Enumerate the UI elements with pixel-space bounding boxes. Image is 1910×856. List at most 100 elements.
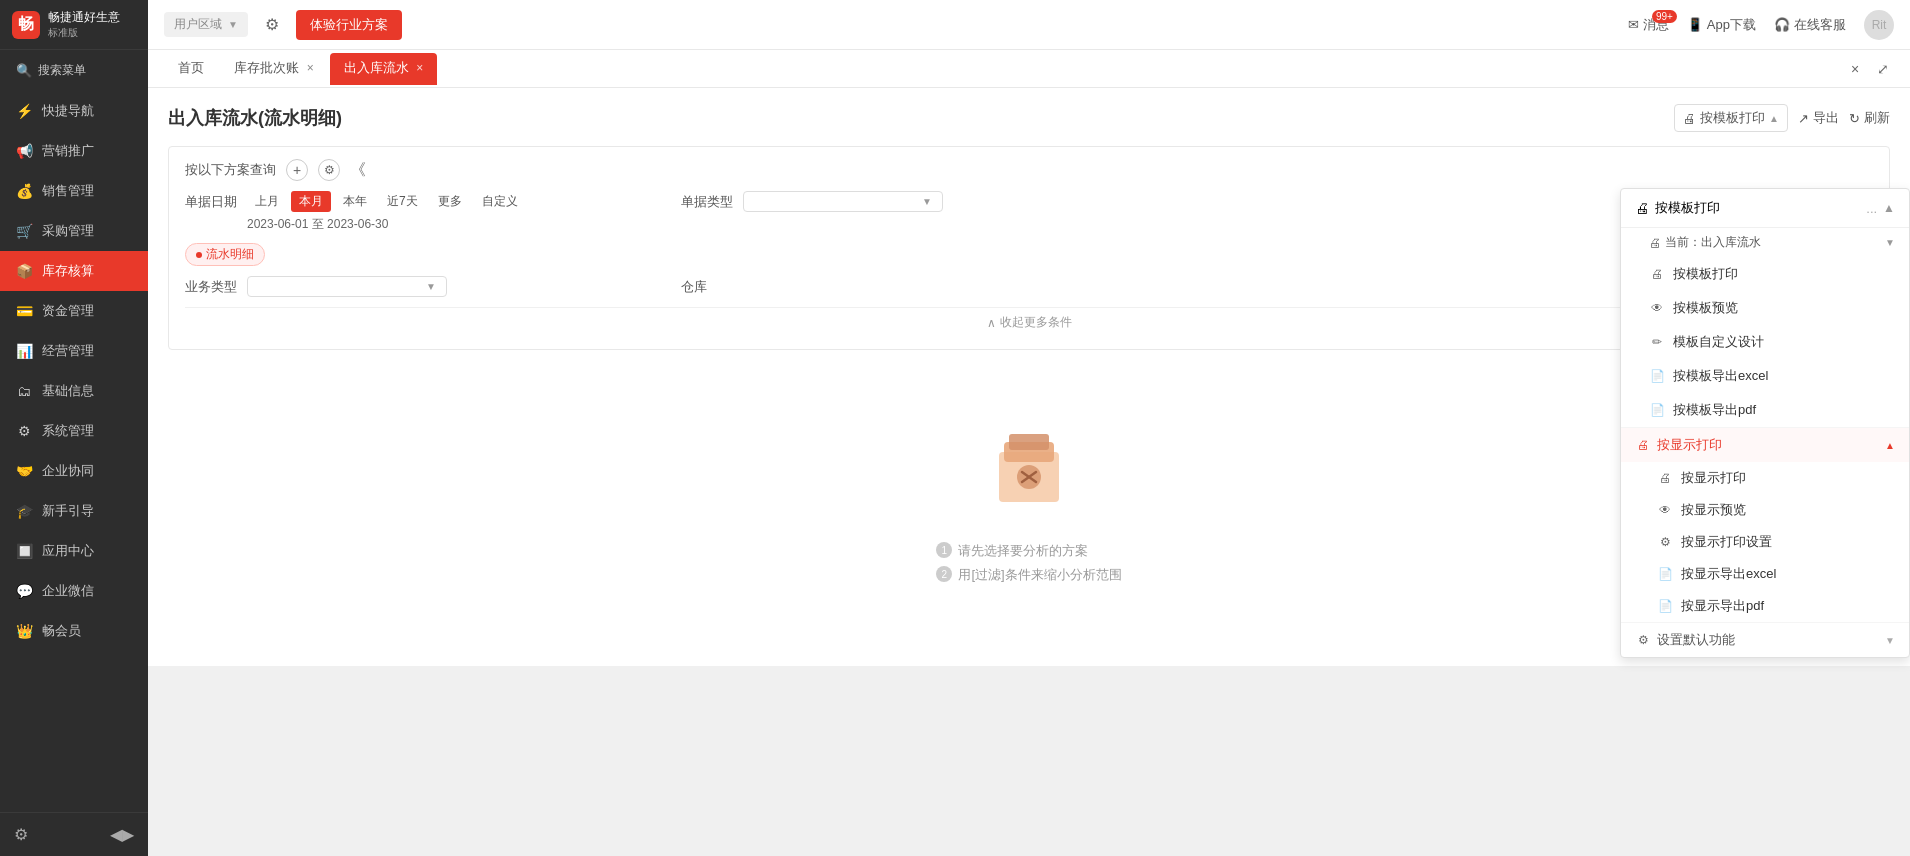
quick-nav-icon: ⚡ <box>14 101 34 121</box>
dropdown-sub-display-settings[interactable]: ⚙ 按显示打印设置 <box>1621 526 1909 558</box>
sidebar-item-system[interactable]: ⚙ 系统管理 <box>0 411 148 451</box>
display-print-section-header[interactable]: 🖨 按显示打印 ▲ <box>1621 428 1909 462</box>
sales-icon: 💰 <box>14 181 34 201</box>
message-badge: 99+ <box>1652 10 1677 23</box>
sidebar-item-app-center[interactable]: 🔲 应用中心 <box>0 531 148 571</box>
export-icon: ↗ <box>1798 111 1809 126</box>
sidebar-item-sales[interactable]: 💰 销售管理 <box>0 171 148 211</box>
sidebar-item-operations[interactable]: 📊 经营管理 <box>0 331 148 371</box>
topbar-settings-button[interactable]: ⚙ <box>258 11 286 39</box>
user-avatar[interactable]: Rit <box>1864 10 1894 40</box>
sidebar-label-guide: 新手引导 <box>42 502 94 520</box>
tab-inventory-batch-close[interactable]: × <box>307 61 314 75</box>
sidebar-label-system: 系统管理 <box>42 422 94 440</box>
tab-inventory-batch[interactable]: 库存批次账 × <box>220 53 328 85</box>
footer-collapse-icon[interactable]: ◀▶ <box>110 825 134 844</box>
dropdown-sub-display-print[interactable]: 🖨 按显示打印 <box>1621 462 1909 494</box>
footer-settings-icon[interactable]: ⚙ <box>14 825 28 844</box>
filter-add-button[interactable]: + <box>286 159 308 181</box>
system-icon: ⚙ <box>14 421 34 441</box>
dropdown-sub-display-excel[interactable]: 📄 按显示导出excel <box>1621 558 1909 590</box>
dropdown-item-template-print[interactable]: 🖨 按模板打印 <box>1621 257 1909 291</box>
dropdown-sub-display-preview[interactable]: 👁 按显示预览 <box>1621 494 1909 526</box>
filter-tag-flow[interactable]: 流水明细 <box>185 243 265 266</box>
display-print-section-label: 按显示打印 <box>1657 436 1722 454</box>
dropdown-more-btn[interactable]: ... <box>1866 201 1877 216</box>
template-excel-icon: 📄 <box>1649 368 1665 384</box>
dropdown-up-arrow[interactable]: ▲ <box>1883 201 1895 215</box>
filter-settings-button[interactable]: ⚙ <box>318 159 340 181</box>
wechat-icon: 💬 <box>14 581 34 601</box>
refresh-label: 刷新 <box>1864 109 1890 127</box>
sidebar-item-marketing[interactable]: 📢 营销推广 <box>0 131 148 171</box>
sidebar-label-basics: 基础信息 <box>42 382 94 400</box>
topbar-left: 用户区域 ▼ ⚙ 体验行业方案 <box>164 10 402 40</box>
collapse-icon: ∧ <box>987 316 996 330</box>
sidebar-item-wechat[interactable]: 💬 企业微信 <box>0 571 148 611</box>
tip-text-1: 请先选择要分析的方案 <box>958 542 1088 560</box>
type-select[interactable]: ▼ <box>743 191 943 212</box>
sidebar-item-enterprise[interactable]: 🤝 企业协同 <box>0 451 148 491</box>
sidebar-item-purchase[interactable]: 🛒 采购管理 <box>0 211 148 251</box>
sidebar-item-member[interactable]: 👑 畅会员 <box>0 611 148 651</box>
sidebar-item-quick-nav[interactable]: ⚡ 快捷导航 <box>0 91 148 131</box>
default-settings-label: 设置默认功能 <box>1657 631 1735 649</box>
tabs-list: 首页 库存批次账 × 出入库流水 × <box>164 53 437 85</box>
current-template-label: 🖨 当前：出入库流水 ▼ <box>1621 228 1909 257</box>
online-service-button[interactable]: 🎧 在线客服 <box>1774 16 1846 34</box>
message-button[interactable]: ✉ 消息 99+ <box>1628 16 1669 34</box>
sidebar-label-marketing: 营销推广 <box>42 142 94 160</box>
dropdown-sub-display-pdf[interactable]: 📄 按显示导出pdf <box>1621 590 1909 622</box>
sidebar-item-inventory[interactable]: 📦 库存核算 <box>0 251 148 291</box>
template-design-label: 模板自定义设计 <box>1673 333 1764 351</box>
dropdown-item-template-excel[interactable]: 📄 按模板导出excel <box>1621 359 1909 393</box>
sidebar-item-basics[interactable]: 🗂 基础信息 <box>0 371 148 411</box>
tip-num-1: 1 <box>936 542 952 558</box>
filter-collapse-button[interactable]: 《 <box>350 160 366 181</box>
tab-inventory-batch-label: 库存批次账 <box>234 60 299 75</box>
app-download-button[interactable]: 📱 App下载 <box>1687 16 1756 34</box>
tab-stock-flow-close[interactable]: × <box>416 61 423 75</box>
biz-select[interactable]: ▼ <box>247 276 447 297</box>
close-tab-button[interactable]: × <box>1844 58 1866 80</box>
tab-home[interactable]: 首页 <box>164 53 218 85</box>
display-print-section-icon: 🖨 <box>1635 437 1651 453</box>
dropdown-footer-default[interactable]: ⚙ 设置默认功能 ▼ <box>1621 623 1909 657</box>
print-template-label: 按模板打印 <box>1700 109 1765 127</box>
date-tab-this-month[interactable]: 本月 <box>291 191 331 212</box>
refresh-button[interactable]: ↻ 刷新 <box>1849 109 1890 127</box>
dropdown-item-template-design[interactable]: ✏ 模板自定义设计 <box>1621 325 1909 359</box>
dropdown-item-template-preview[interactable]: 👁 按模板预览 <box>1621 291 1909 325</box>
sidebar-item-finance[interactable]: 💳 资金管理 <box>0 291 148 331</box>
biz-label: 业务类型 <box>185 278 237 296</box>
tabs-bar: 首页 库存批次账 × 出入库流水 × × ⤢ <box>148 50 1910 88</box>
date-tab-this-year[interactable]: 本年 <box>335 191 375 212</box>
date-tab-7days[interactable]: 近7天 <box>379 191 426 212</box>
trial-industry-button[interactable]: 体验行业方案 <box>296 10 402 40</box>
svg-rect-2 <box>1009 434 1049 450</box>
tab-stock-flow[interactable]: 出入库流水 × <box>330 53 438 85</box>
filter-row-top: 按以下方案查询 + ⚙ 《 <box>185 159 1873 181</box>
sidebar-search-area[interactable]: 🔍 搜索菜单 <box>0 50 148 91</box>
user-name-text: 用户区域 <box>174 16 222 33</box>
tab-home-label: 首页 <box>178 60 204 75</box>
page-header: 出入库流水(流水明细) 🖨 按模板打印 ▲ ↗ 导出 ↻ 刷新 <box>168 104 1890 132</box>
date-tab-custom[interactable]: 自定义 <box>474 191 526 212</box>
avatar-placeholder: Rit <box>1872 18 1887 32</box>
dropdown-item-template-pdf[interactable]: 📄 按模板导出pdf <box>1621 393 1909 427</box>
print-icon: 🖨 <box>1683 111 1696 126</box>
date-tab-last-month[interactable]: 上月 <box>247 191 287 212</box>
user-selector[interactable]: 用户区域 ▼ <box>164 12 248 37</box>
date-tab-more[interactable]: 更多 <box>430 191 470 212</box>
export-button[interactable]: ↗ 导出 <box>1798 109 1839 127</box>
empty-tips: 1 请先选择要分析的方案 2 用[过滤]条件来缩小分析范围 <box>936 542 1121 590</box>
search-menu-label: 搜索菜单 <box>38 62 86 79</box>
search-menu-button[interactable]: 🔍 搜索菜单 <box>10 58 138 83</box>
sidebar-item-guide[interactable]: 🎓 新手引导 <box>0 491 148 531</box>
sidebar-label-quick-nav: 快捷导航 <box>42 102 94 120</box>
display-preview-icon: 👁 <box>1657 502 1673 518</box>
expand-tab-button[interactable]: ⤢ <box>1872 58 1894 80</box>
dropdown-group2: 🖨 按显示打印 👁 按显示预览 ⚙ 按显示打印设置 📄 按显示导出excel <box>1621 462 1909 623</box>
print-template-button[interactable]: 🖨 按模板打印 ▲ <box>1674 104 1788 132</box>
display-settings-label: 按显示打印设置 <box>1681 533 1772 551</box>
